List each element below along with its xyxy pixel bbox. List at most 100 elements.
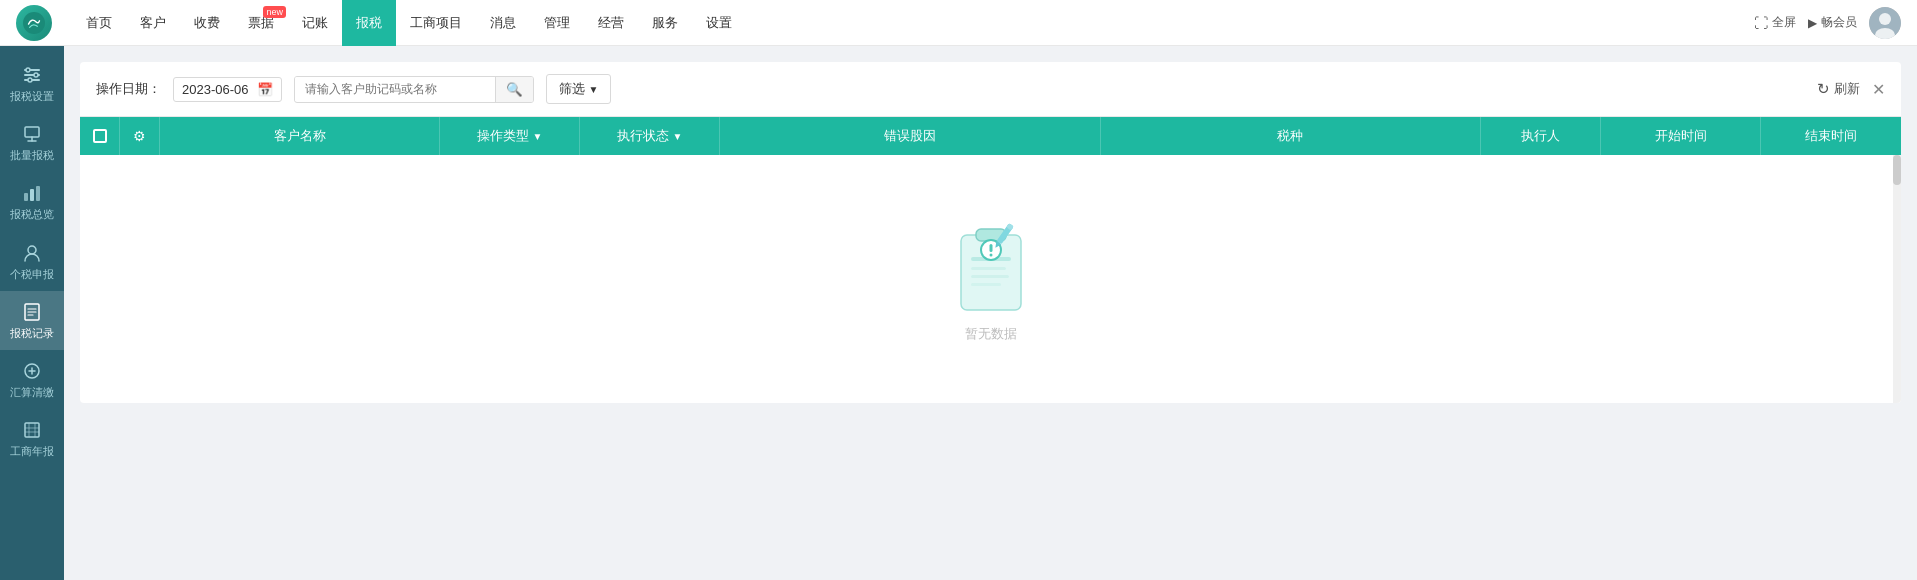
th-checkbox[interactable] [80,117,120,155]
annual-icon [21,419,43,441]
svg-point-0 [23,12,45,34]
sidebar-item-personal-tax-label: 个税申报 [10,268,54,281]
nav-home[interactable]: 首页 [72,0,126,46]
refresh-label: 刷新 [1834,80,1860,98]
table-header: ⚙ 客户名称 操作类型 ▼ 执行状态 ▼ 错误股因 [80,117,1901,155]
reconcile-icon [21,360,43,382]
search-icon: 🔍 [506,82,523,97]
svg-point-7 [26,68,30,72]
fullscreen-button[interactable]: ⛶ 全屏 [1754,14,1796,31]
nav-menu: 首页 客户 收费 票据 new 记账 报税 工商项目 消息 管理 经营 服务 设… [72,0,1754,46]
filter-label: 筛选 [559,80,585,98]
date-picker[interactable]: 2023-06-06 📅 [173,77,282,102]
sort-icon-op-type: ▼ [533,131,543,142]
sidebar-item-batch-tax[interactable]: 批量报税 [0,113,64,172]
fullscreen-icon: ⛶ [1754,15,1768,31]
date-label: 操作日期： [96,80,161,98]
sidebar-item-tax-overview[interactable]: 报税总览 [0,172,64,231]
chevron-down-icon: ▼ [589,84,599,95]
nav-message[interactable]: 消息 [476,0,530,46]
sort-icon-exec-status: ▼ [673,131,683,142]
svg-point-14 [28,246,36,254]
th-op-type[interactable]: 操作类型 ▼ [440,117,580,155]
table: ⚙ 客户名称 操作类型 ▼ 执行状态 ▼ 错误股因 [80,117,1901,403]
sidebar-item-reconcile-label: 汇算清缴 [10,386,54,399]
nav-settings[interactable]: 设置 [692,0,746,46]
sidebar-item-reconcile[interactable]: 汇算清缴 [0,350,64,409]
th-error-reason: 错误股因 [720,117,1101,155]
top-nav-right: ⛶ 全屏 ▶ 畅会员 [1754,7,1901,39]
nav-service[interactable]: 服务 [638,0,692,46]
video-icon: ▶ [1808,16,1817,30]
sidebar-item-tax-settings[interactable]: 报税设置 [0,54,64,113]
overview-icon [21,182,43,204]
settings-icon [21,64,43,86]
sidebar-item-tax-records-label: 报税记录 [10,327,54,340]
sidebar-item-personal-tax[interactable]: 个税申报 [0,232,64,291]
app-logo[interactable] [16,5,52,41]
nav-manage[interactable]: 管理 [530,0,584,46]
table-toolbar: 操作日期： 2023-06-06 📅 🔍 筛选 ▼ [80,62,1901,117]
member-button[interactable]: ▶ 畅会员 [1808,14,1857,31]
nav-tax[interactable]: 报税 [342,0,396,46]
th-exec-status[interactable]: 执行状态 ▼ [580,117,720,155]
nav-client[interactable]: 客户 [126,0,180,46]
fullscreen-label: 全屏 [1772,14,1796,31]
scrollbar-track[interactable] [1893,155,1901,403]
svg-rect-22 [971,275,1009,278]
sidebar-item-batch-tax-label: 批量报税 [10,149,54,162]
svg-rect-10 [25,127,39,137]
svg-rect-25 [989,244,992,252]
search-button[interactable]: 🔍 [495,77,533,102]
nav-fee[interactable]: 收费 [180,0,234,46]
close-icon: ✕ [1872,80,1885,99]
svg-rect-23 [971,283,1001,286]
batch-icon [21,123,43,145]
svg-rect-13 [36,186,40,201]
th-end-time: 结束时间 [1761,117,1901,155]
records-icon [21,301,43,323]
search-input-wrap: 🔍 [294,76,534,103]
th-settings[interactable]: ⚙ [120,117,160,155]
svg-point-2 [1879,13,1891,25]
new-badge: new [263,6,286,19]
main-layout: 报税设置 批量报税 报税总览 [0,46,1917,580]
select-all-checkbox[interactable] [93,129,107,143]
search-input[interactable] [295,77,495,101]
svg-point-26 [989,254,992,257]
svg-rect-21 [971,267,1006,270]
th-executor: 执行人 [1481,117,1601,155]
refresh-button[interactable]: ↻ 刷新 [1817,80,1860,98]
member-label: 畅会员 [1821,14,1857,31]
scrollbar-thumb[interactable] [1893,155,1901,185]
svg-rect-11 [24,193,28,201]
empty-text: 暂无数据 [965,325,1017,343]
sidebar-item-annual-report-label: 工商年报 [10,445,54,458]
user-avatar[interactable] [1869,7,1901,39]
svg-point-9 [28,78,32,82]
toolbar-right: ↻ 刷新 ✕ [1817,80,1885,99]
sidebar-item-annual-report[interactable]: 工商年报 [0,409,64,468]
date-value: 2023-06-06 [182,82,249,97]
filter-button[interactable]: 筛选 ▼ [546,74,612,104]
table-card: 操作日期： 2023-06-06 📅 🔍 筛选 ▼ [80,62,1901,403]
table-body: 暂无数据 [80,155,1901,403]
sidebar-item-tax-records[interactable]: 报税记录 [0,291,64,350]
th-tax-type: 税种 [1101,117,1482,155]
close-button[interactable]: ✕ [1872,80,1885,99]
sidebar: 报税设置 批量报税 报税总览 [0,46,64,580]
nav-finance[interactable]: 经营 [584,0,638,46]
person-icon [21,242,43,264]
refresh-icon: ↻ [1817,80,1830,98]
sidebar-item-tax-settings-label: 报税设置 [10,90,54,103]
th-client-name: 客户名称 [160,117,440,155]
svg-point-8 [34,73,38,77]
th-start-time: 开始时间 [1601,117,1761,155]
svg-rect-17 [25,423,39,437]
nav-bookkeep[interactable]: 记账 [288,0,342,46]
gear-icon: ⚙ [133,128,146,144]
nav-invoice[interactable]: 票据 new [234,0,288,46]
empty-illustration [941,215,1041,325]
nav-bizproject[interactable]: 工商项目 [396,0,476,46]
calendar-icon: 📅 [257,82,273,97]
